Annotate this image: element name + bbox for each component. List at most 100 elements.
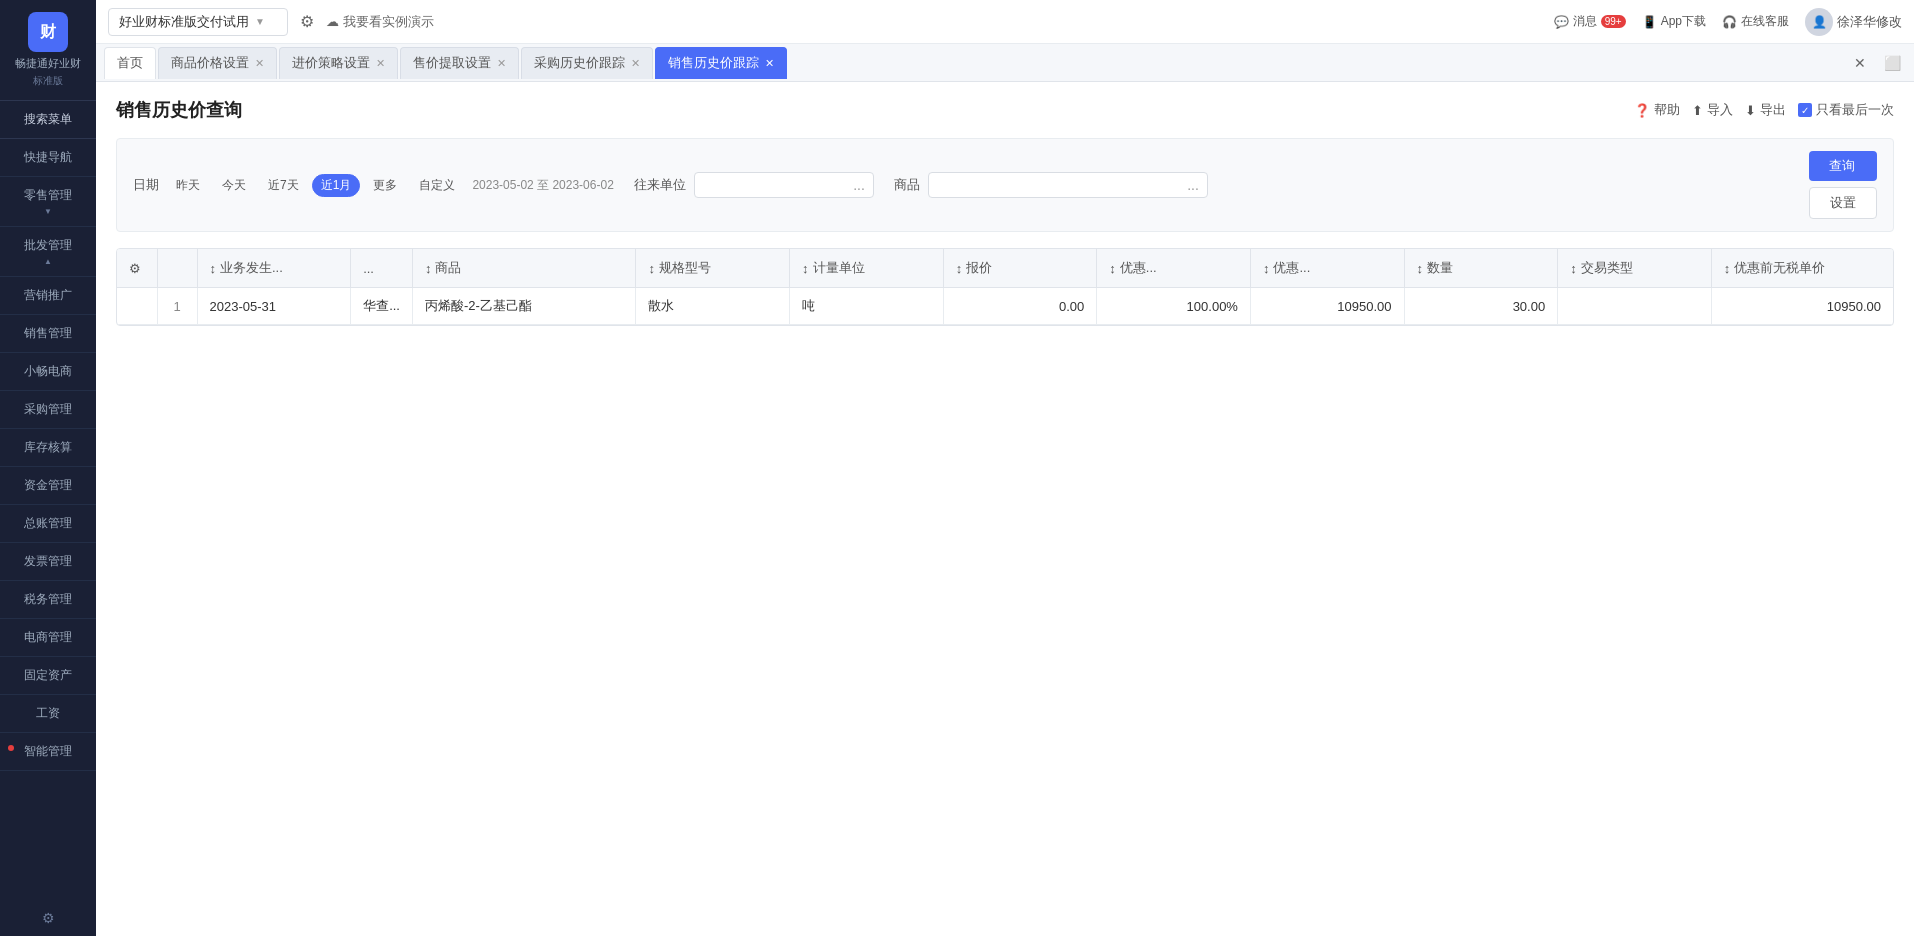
sidebar-item-marketing[interactable]: 营销推广 xyxy=(0,277,96,315)
sidebar-item-tax[interactable]: 税务管理 xyxy=(0,581,96,619)
th-spec[interactable]: ↕ 规格型号 xyxy=(636,249,790,288)
date-btn-last7[interactable]: 近7天 xyxy=(259,174,308,197)
sidebar-item-inventory[interactable]: 库存核算 xyxy=(0,429,96,467)
help-button[interactable]: ❓ 帮助 xyxy=(1634,101,1680,119)
settings-gear-icon[interactable]: ⚙ xyxy=(300,12,314,31)
tab-product-price[interactable]: 商品价格设置 ✕ xyxy=(158,47,277,79)
export-button[interactable]: ⬇ 导出 xyxy=(1745,101,1786,119)
logo-icon: 财 xyxy=(28,12,68,52)
headset-icon: 🎧 xyxy=(1722,15,1737,29)
tab-home[interactable]: 首页 xyxy=(104,47,156,79)
filter-product-group: 商品 ... xyxy=(894,172,1208,198)
cell-list-price: 0.00 xyxy=(943,288,1097,325)
logo-sub: 标准版 xyxy=(33,74,63,88)
chevron-icon: ▼ xyxy=(44,207,52,216)
message-icon: 💬 xyxy=(1554,15,1569,29)
tab-sales-history[interactable]: 销售历史价跟踪 ✕ xyxy=(655,47,787,79)
tab-maximize-button[interactable]: ⬜ xyxy=(1878,49,1906,77)
table-row[interactable]: 1 2023-05-31 华查... 丙烯酸-2-乙基己酯 散水 吨 0.00 … xyxy=(117,288,1893,325)
product-picker-icon[interactable]: ... xyxy=(1187,177,1199,193)
date-btn-yesterday[interactable]: 昨天 xyxy=(167,174,209,197)
th-biz-date[interactable]: ↕ 业务发生... xyxy=(197,249,351,288)
cell-biz-date: 2023-05-31 xyxy=(197,288,351,325)
sidebar-item-ecommerce[interactable]: 电商管理 xyxy=(0,619,96,657)
messages-label: 消息 xyxy=(1573,13,1597,30)
filter-area: 日期 昨天 今天 近7天 近1月 更多 自定义 2023-05-02 至 202… xyxy=(116,138,1894,232)
top-bar: 好业财标准版交付试用 ▼ ⚙ ☁ 我要看实例演示 💬 消息 99+ 📱 App下… xyxy=(96,0,1914,44)
th-tx-type[interactable]: ↕ 交易类型 xyxy=(1558,249,1712,288)
tab-close-window-button[interactable]: ✕ xyxy=(1846,49,1874,77)
sidebar-item-nav[interactable]: 快捷导航 xyxy=(0,139,96,177)
tab-label: 商品价格设置 xyxy=(171,54,249,72)
date-btn-more[interactable]: 更多 xyxy=(364,174,406,197)
sidebar-item-assets[interactable]: 固定资产 xyxy=(0,657,96,695)
online-service-label: 在线客服 xyxy=(1741,13,1789,30)
sidebar-settings-button[interactable]: ⚙ xyxy=(0,900,96,936)
sidebar-item-purchase[interactable]: 采购管理 xyxy=(0,391,96,429)
date-btn-last1month[interactable]: 近1月 xyxy=(312,174,361,197)
th-more-cols[interactable]: ... xyxy=(351,249,413,288)
sidebar-item-payroll[interactable]: 工资 xyxy=(0,695,96,733)
tab-label: 销售历史价跟踪 xyxy=(668,54,759,72)
th-seq xyxy=(157,249,197,288)
online-service-button[interactable]: 🎧 在线客服 xyxy=(1722,13,1789,30)
th-gear[interactable]: ⚙ xyxy=(117,249,157,288)
date-btn-custom[interactable]: 自定义 xyxy=(410,174,464,197)
source-unit-input[interactable]: ... xyxy=(694,172,874,198)
tab-sale-extract[interactable]: 售价提取设置 ✕ xyxy=(400,47,519,79)
query-button[interactable]: 查询 xyxy=(1809,151,1877,181)
sidebar-item-retail[interactable]: 零售管理 ▼ xyxy=(0,177,96,227)
import-button[interactable]: ⬆ 导入 xyxy=(1692,101,1733,119)
sidebar-item-ecommerce-small[interactable]: 小畅电商 xyxy=(0,353,96,391)
main-area: 好业财标准版交付试用 ▼ ⚙ ☁ 我要看实例演示 💬 消息 99+ 📱 App下… xyxy=(96,0,1914,936)
sidebar-item-invoice[interactable]: 发票管理 xyxy=(0,543,96,581)
tab-home-label: 首页 xyxy=(117,54,143,72)
cell-discount-rate: 100.00% xyxy=(1097,288,1251,325)
product-input[interactable]: ... xyxy=(928,172,1208,198)
sidebar-search[interactable]: 搜索菜单 xyxy=(0,101,96,139)
user-menu[interactable]: 👤 徐泽华修改 xyxy=(1805,8,1902,36)
app-icon: 📱 xyxy=(1642,15,1657,29)
sidebar-item-sales[interactable]: 销售管理 xyxy=(0,315,96,353)
cell-spec: 散水 xyxy=(636,288,790,325)
sidebar-item-smart[interactable]: 智能管理 xyxy=(0,733,96,771)
th-pre-tax-price[interactable]: ↕ 优惠前无税单价 xyxy=(1711,249,1893,288)
date-btn-today[interactable]: 今天 xyxy=(213,174,255,197)
tab-pricing-strategy[interactable]: 进价策略设置 ✕ xyxy=(279,47,398,79)
th-unit[interactable]: ↕ 计量单位 xyxy=(790,249,944,288)
sidebar-item-label: 小畅电商 xyxy=(24,363,72,380)
settings-button[interactable]: 设置 xyxy=(1809,187,1877,219)
tab-label: 采购历史价跟踪 xyxy=(534,54,625,72)
avatar: 👤 xyxy=(1805,8,1833,36)
tab-close-icon[interactable]: ✕ xyxy=(765,57,774,70)
sidebar-item-label: 总账管理 xyxy=(24,515,72,532)
tab-close-icon[interactable]: ✕ xyxy=(631,57,640,70)
demo-link[interactable]: ☁ 我要看实例演示 xyxy=(326,13,434,31)
filter-source-unit-label: 往来单位 xyxy=(634,176,686,194)
page-title: 销售历史价查询 xyxy=(116,98,242,122)
tab-label: 售价提取设置 xyxy=(413,54,491,72)
last-only-checkbox[interactable]: ✓ 只看最后一次 xyxy=(1798,101,1894,119)
cell-tx-type xyxy=(1558,288,1712,325)
sidebar-item-label: 零售管理 xyxy=(24,187,72,204)
sidebar: 财 畅捷通好业财 标准版 搜索菜单 快捷导航 零售管理 ▼ 批发管理 ▲ 营销推… xyxy=(0,0,96,936)
sidebar-item-wholesale[interactable]: 批发管理 ▲ xyxy=(0,227,96,277)
th-list-price[interactable]: ↕ 报价 xyxy=(943,249,1097,288)
page-content: 销售历史价查询 ❓ 帮助 ⬆ 导入 ⬇ 导出 ✓ 只看最后一次 xyxy=(96,82,1914,936)
th-discount-price[interactable]: ↕ 优惠... xyxy=(1250,249,1404,288)
sidebar-item-accounting[interactable]: 总账管理 xyxy=(0,505,96,543)
sidebar-item-finance[interactable]: 资金管理 xyxy=(0,467,96,505)
tab-close-icon[interactable]: ✕ xyxy=(497,57,506,70)
sidebar-item-label: 库存核算 xyxy=(24,439,72,456)
source-unit-picker-icon[interactable]: ... xyxy=(853,177,865,193)
th-quantity[interactable]: ↕ 数量 xyxy=(1404,249,1558,288)
messages-button[interactable]: 💬 消息 99+ xyxy=(1554,13,1626,30)
tab-purchase-history[interactable]: 采购历史价跟踪 ✕ xyxy=(521,47,653,79)
app-download-button[interactable]: 📱 App下载 xyxy=(1642,13,1706,30)
th-product[interactable]: ↕ 商品 xyxy=(412,249,635,288)
product-selector[interactable]: 好业财标准版交付试用 ▼ xyxy=(108,8,288,36)
tab-close-icon[interactable]: ✕ xyxy=(255,57,264,70)
cell-pre-tax-price: 10950.00 xyxy=(1711,288,1893,325)
th-discount-rate[interactable]: ↕ 优惠... xyxy=(1097,249,1251,288)
tab-close-icon[interactable]: ✕ xyxy=(376,57,385,70)
